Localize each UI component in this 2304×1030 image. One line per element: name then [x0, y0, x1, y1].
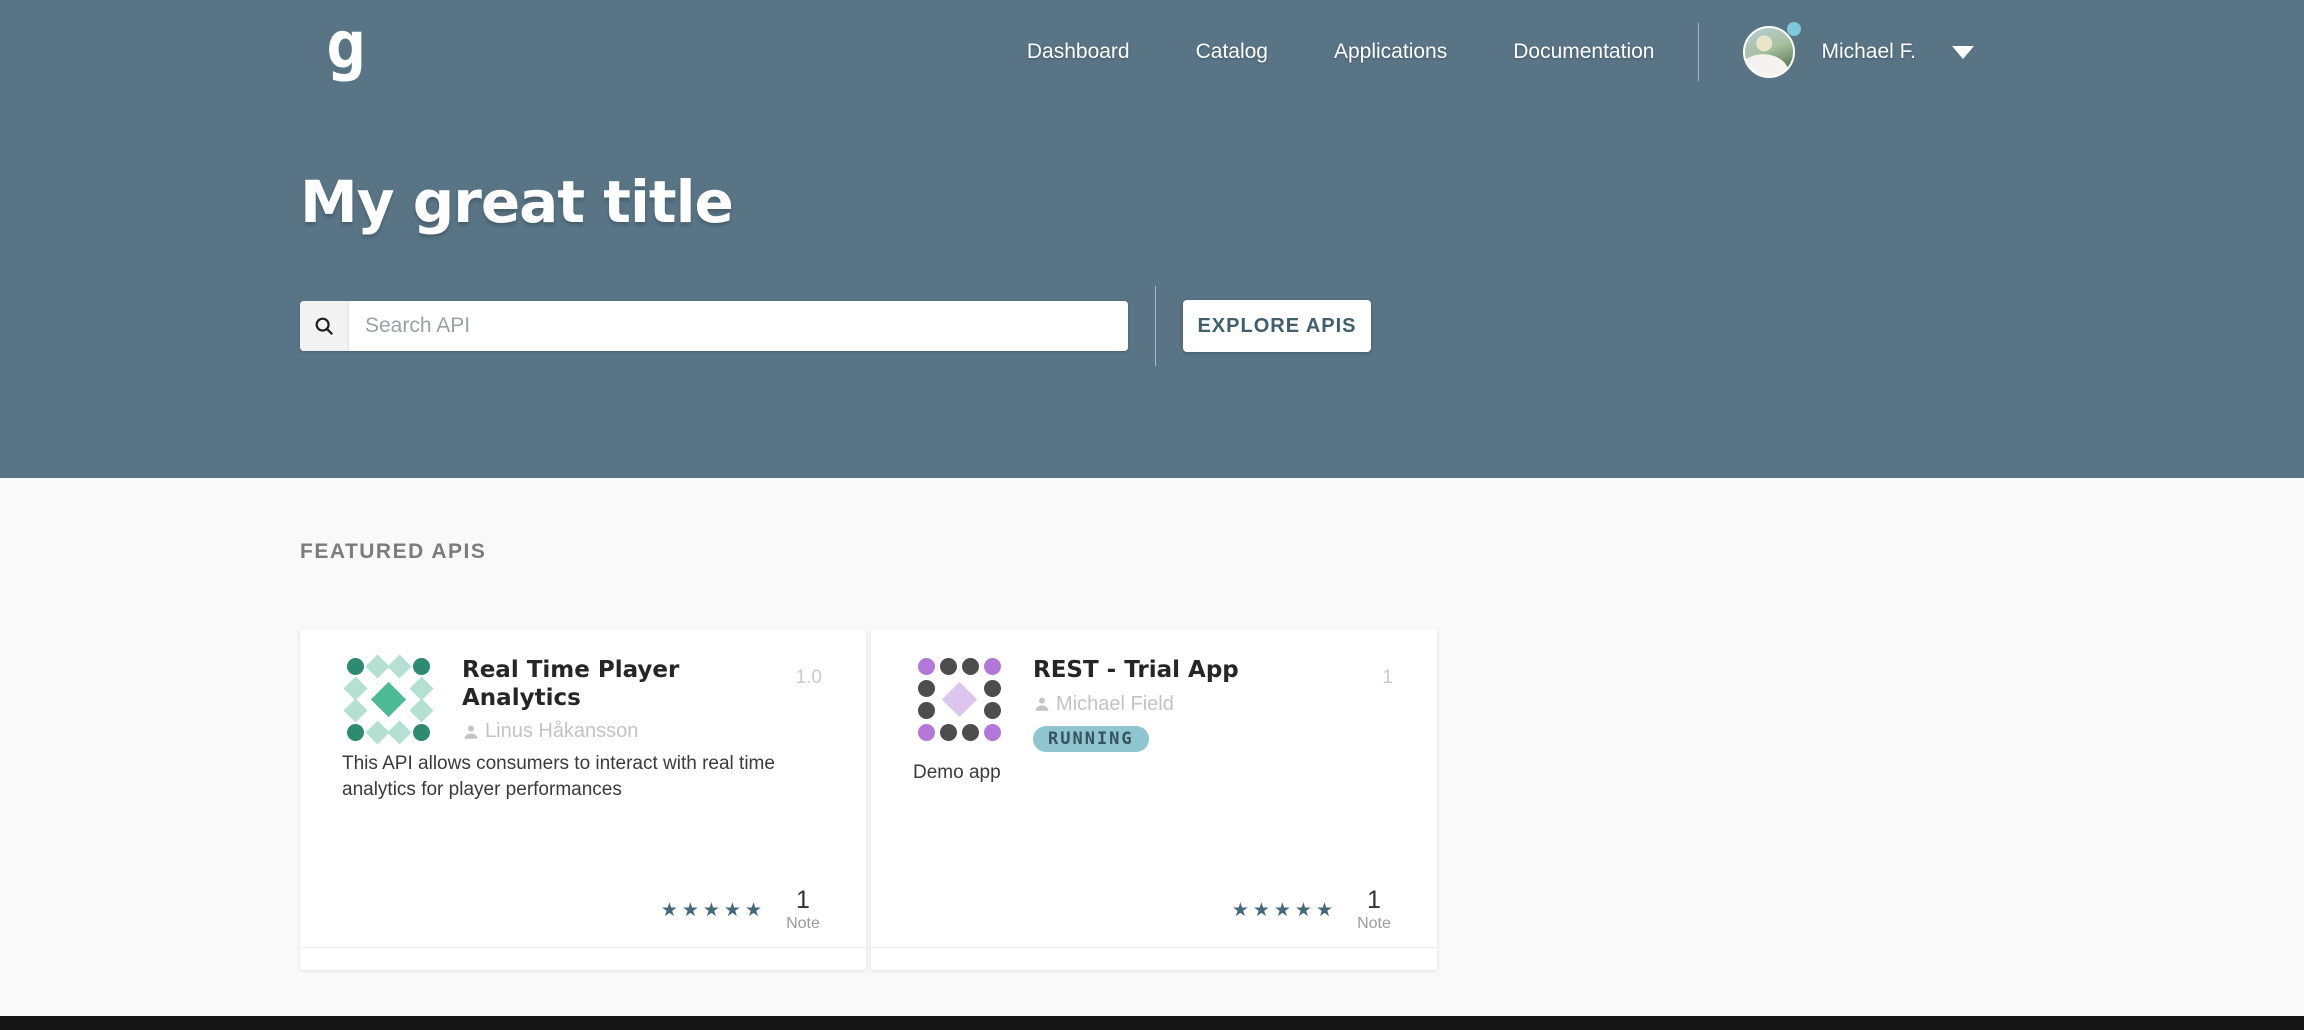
search-input[interactable] [349, 301, 1128, 351]
rating-label: Note [1357, 915, 1391, 932]
rating-note: 1 Note [1351, 888, 1397, 933]
owner-name: Linus Håkansson [485, 720, 639, 743]
status-dot [1787, 22, 1802, 36]
top-navbar: g Dashboard Catalog Applications Documen… [0, 0, 2304, 104]
card-rating: ★★★★★ 1 Note [871, 888, 1437, 939]
rating-label: Note [786, 915, 820, 932]
card-head-text: Real Time Player Analytics Linus Håkanss… [462, 655, 796, 743]
explore-apis-button[interactable]: EXPLORE APIS [1183, 300, 1371, 352]
api-description: This API allows consumers to interact wi… [342, 753, 775, 801]
card-head: Real Time Player Analytics Linus Håkanss… [300, 629, 866, 745]
star-rating-icons: ★★★★★ [660, 900, 766, 921]
star-rating-icons: ★★★★★ [1231, 900, 1337, 921]
user-icon [464, 725, 478, 739]
app-logo[interactable]: g [326, 13, 366, 79]
card-head-text: REST - Trial App Michael Field RUNNING [1033, 655, 1382, 752]
app-description: Demo app [913, 761, 1001, 783]
card-rating: ★★★★★ 1 Note [300, 888, 866, 939]
user-icon [1035, 697, 1049, 711]
search-row: EXPLORE APIS [300, 286, 2304, 366]
hero-section: g Dashboard Catalog Applications Documen… [0, 0, 2304, 478]
featured-cards: Real Time Player Analytics Linus Håkanss… [300, 629, 2304, 970]
username: Michael F. [1821, 40, 1916, 63]
search-box [300, 301, 1128, 351]
api-version: 1.0 [795, 667, 822, 688]
card-separator [871, 947, 1437, 970]
page-title: My great title [300, 168, 734, 236]
chevron-down-icon [1952, 45, 1974, 59]
api-card-real-time-player-analytics[interactable]: Real Time Player Analytics Linus Håkanss… [300, 629, 866, 970]
rating-count: 1 [796, 886, 810, 914]
nav-divider [1698, 23, 1700, 81]
api-title: Real Time Player Analytics [462, 657, 680, 711]
owner-row: Michael Field [1033, 693, 1382, 716]
avatar[interactable] [1743, 22, 1802, 78]
rating-note: 1 Note [780, 888, 826, 933]
search-icon-box [300, 301, 349, 351]
main-nav: Dashboard Catalog Applications Documenta… [1027, 40, 1655, 64]
featured-apis-heading: FEATURED APIS [300, 540, 487, 563]
nav-dashboard[interactable]: Dashboard [1027, 40, 1130, 64]
rating-count: 1 [1367, 886, 1381, 914]
card-separator [300, 947, 866, 970]
app-logo-purple-grid-icon [915, 655, 1003, 743]
nav-documentation[interactable]: Documentation [1513, 40, 1654, 64]
card-head: REST - Trial App Michael Field RUNNING 1 [871, 629, 1437, 752]
nav-catalog[interactable]: Catalog [1196, 40, 1268, 64]
owner-name: Michael Field [1056, 692, 1174, 715]
search-icon [315, 317, 334, 336]
app-card-rest-trial-app[interactable]: REST - Trial App Michael Field RUNNING 1… [871, 629, 1437, 970]
api-logo-teal-grid-icon [343, 654, 434, 745]
search-divider [1155, 286, 1156, 366]
nav-applications[interactable]: Applications [1334, 40, 1447, 64]
footer-strip [0, 1016, 2304, 1030]
owner-row: Linus Håkansson [462, 720, 796, 743]
app-title: REST - Trial App [1033, 657, 1239, 683]
app-version: 1 [1382, 667, 1393, 688]
user-menu[interactable]: Michael F. [1743, 22, 1974, 78]
content-area: FEATURED APIS Real Time Player Analytics… [0, 478, 2304, 1016]
status-badge-running: RUNNING [1033, 725, 1149, 752]
